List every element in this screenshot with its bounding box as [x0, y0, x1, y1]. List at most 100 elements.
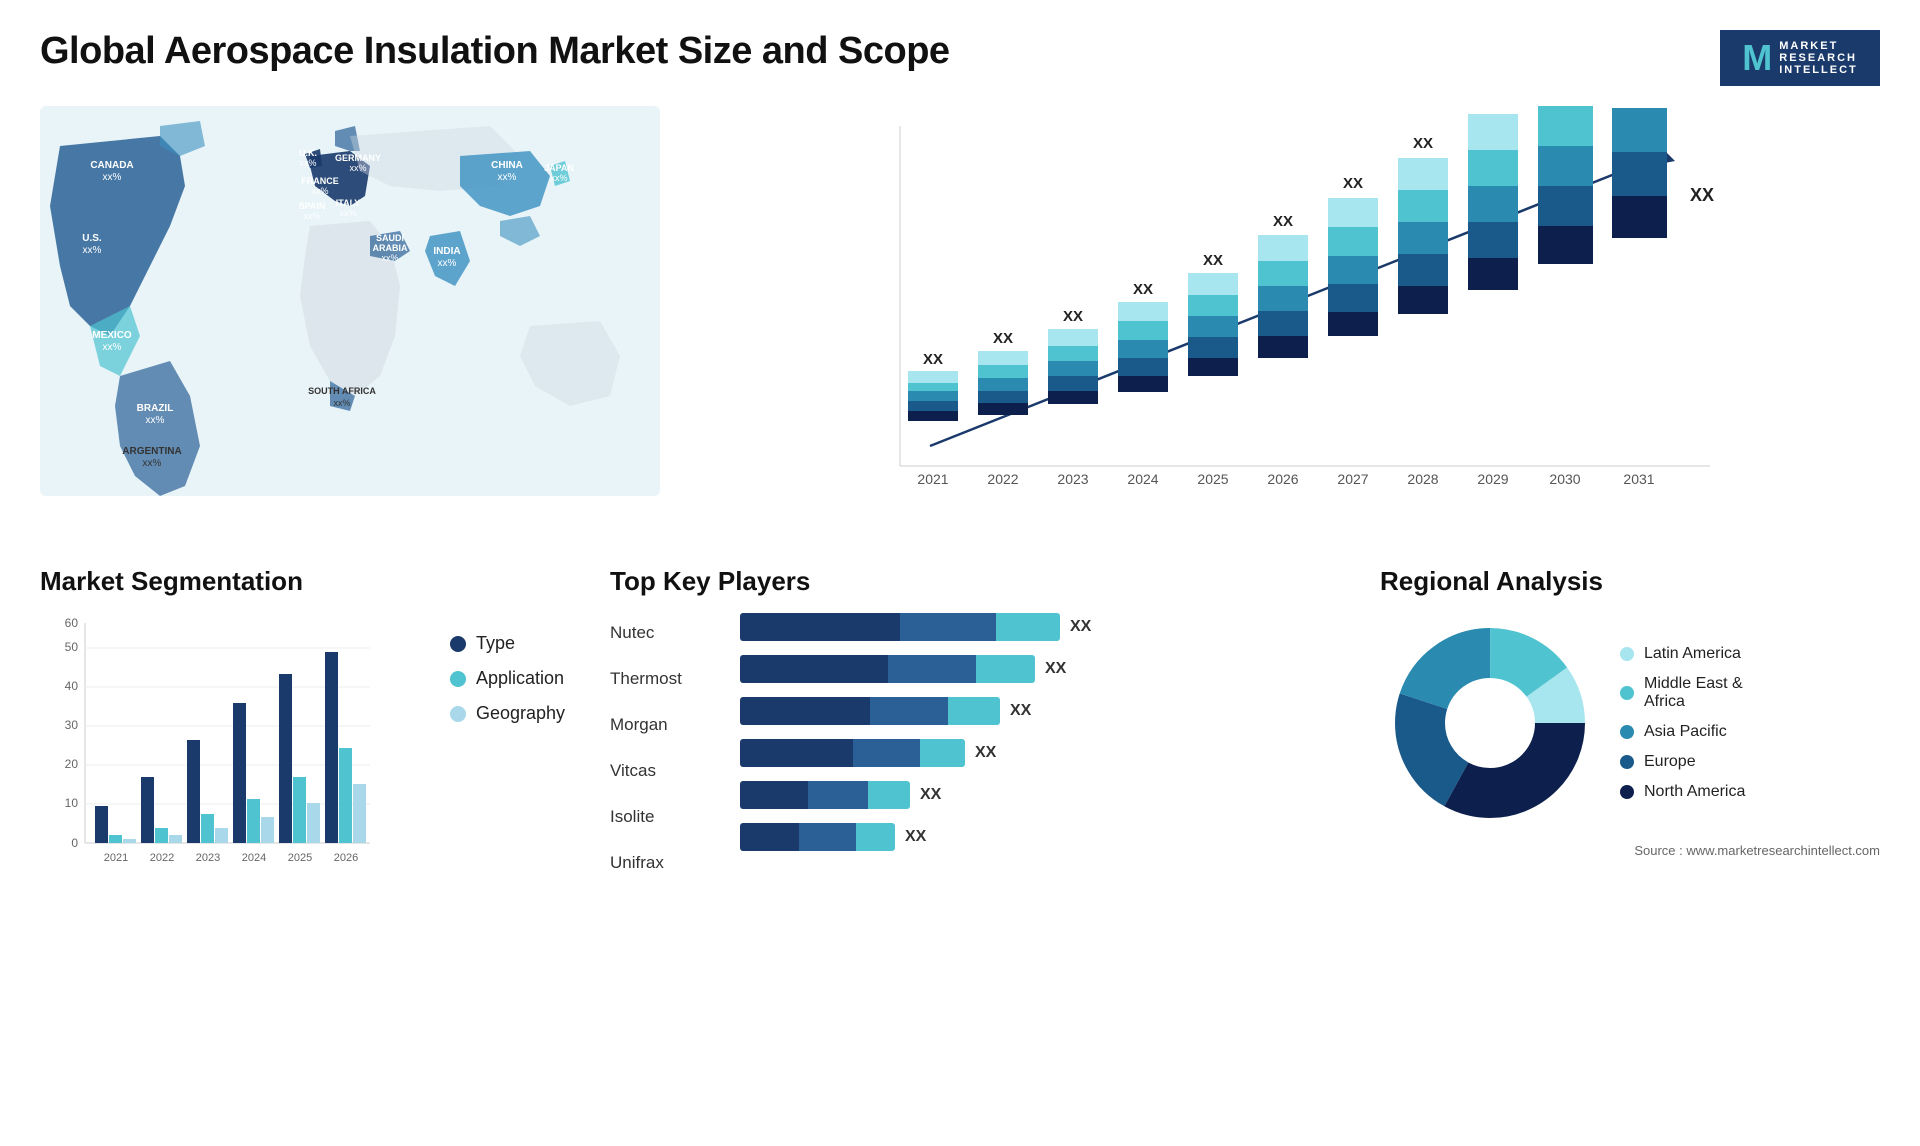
segmentation-section: Market Segmentation 0 10 20: [40, 556, 580, 908]
seg-bar-2025: 2025: [279, 674, 320, 864]
svg-text:2030: 2030: [1549, 471, 1580, 487]
svg-text:20: 20: [65, 757, 79, 771]
players-bars-area: XX XX: [740, 613, 1350, 865]
players-grid: Nutec Thermost Morgan Vitcas Isolite Uni…: [610, 613, 1350, 879]
player-isolite: Isolite: [610, 801, 710, 833]
svg-text:2022: 2022: [150, 852, 174, 864]
legend-dot-geography: [450, 706, 466, 722]
bar-2024: XX 2024: [1118, 281, 1168, 487]
svg-text:XX: XX: [1273, 213, 1293, 230]
svg-text:2022: 2022: [987, 471, 1018, 487]
player-val-unifrax: XX: [905, 828, 935, 846]
map-label-argentina: ARGENTINA: [122, 446, 181, 457]
map-section: CANADA xx% U.S. xx% MEXICO xx% BRAZIL xx…: [40, 106, 660, 536]
map-val-argentina: xx%: [143, 458, 162, 469]
svg-text:40: 40: [65, 679, 79, 693]
player-row-morgan: XX: [740, 697, 1350, 725]
bar-chart-svg: XX 2021 XX 2022 XX 2023: [700, 106, 1880, 536]
player-bar-vitcas: [740, 739, 965, 767]
segmentation-title: Market Segmentation: [40, 566, 580, 597]
svg-text:10: 10: [65, 796, 79, 810]
seg-chart-wrapper: 0 10 20 30 40 50 60: [40, 613, 580, 898]
svg-text:XX: XX: [923, 351, 943, 368]
player-nutec: Nutec: [610, 617, 710, 649]
map-val-japan: xx%: [550, 173, 567, 183]
legend-application: Application: [450, 668, 580, 689]
map-val-china: xx%: [498, 172, 517, 183]
player-val-morgan: XX: [1010, 702, 1040, 720]
svg-text:60: 60: [65, 616, 79, 630]
player-row-nutec: XX: [740, 613, 1350, 641]
svg-text:2029: 2029: [1477, 471, 1508, 487]
player-row-vitcas: XX: [740, 739, 1350, 767]
player-morgan: Morgan: [610, 709, 710, 741]
map-label-china: CHINA: [491, 160, 523, 171]
svg-text:2021: 2021: [917, 471, 948, 487]
svg-text:2028: 2028: [1407, 471, 1438, 487]
regional-section: Regional Analysis: [1380, 556, 1880, 908]
svg-text:XX: XX: [1483, 106, 1503, 110]
legend-dot-eu: [1620, 755, 1634, 769]
donut-svg: [1380, 613, 1600, 833]
svg-text:2023: 2023: [196, 852, 220, 864]
svg-text:2026: 2026: [1267, 471, 1298, 487]
map-label-saudi2: ARABIA: [373, 243, 408, 253]
bar-2029: XX 2029: [1468, 106, 1518, 487]
legend-dot-type: [450, 636, 466, 652]
map-label-canada: CANADA: [90, 160, 133, 171]
legend-na: North America: [1620, 783, 1745, 801]
svg-text:XX: XX: [1133, 281, 1153, 298]
bar-2022: XX 2022: [978, 330, 1028, 487]
svg-text:XX: XX: [1203, 252, 1223, 269]
bar-2023: XX 2023: [1048, 308, 1098, 487]
svg-text:2024: 2024: [1127, 471, 1158, 487]
map-label-safrica: SOUTH AFRICA: [308, 386, 376, 396]
main-grid: CANADA xx% U.S. xx% MEXICO xx% BRAZIL xx…: [40, 106, 1880, 908]
svg-text:50: 50: [65, 640, 79, 654]
map-label-brazil: BRAZIL: [137, 403, 174, 414]
bar-2030: 2030: [1538, 106, 1593, 487]
logo: M MARKET RESEARCH INTELLECT: [1720, 30, 1880, 86]
legend-label-type: Type: [476, 633, 515, 654]
map-val-us: xx%: [83, 245, 102, 256]
players-title: Top Key Players: [610, 566, 1350, 597]
legend-label-na: North America: [1644, 783, 1745, 801]
player-bar-thermost: [740, 655, 1035, 683]
legend-geography: Geography: [450, 703, 580, 724]
svg-text:XX: XX: [1690, 185, 1714, 205]
map-label-saudi: SAUDI: [376, 233, 404, 243]
map-label-germany: GERMANY: [335, 153, 381, 163]
map-val-safrica: xx%: [333, 398, 350, 408]
regional-content: Latin America Middle East &Africa Asia P…: [1380, 613, 1880, 833]
svg-text:XX: XX: [993, 330, 1013, 347]
map-svg: CANADA xx% U.S. xx% MEXICO xx% BRAZIL xx…: [40, 106, 660, 496]
bar-2021: XX 2021: [908, 351, 958, 487]
player-bar-nutec: [740, 613, 1060, 641]
bar-2025: XX 2025: [1188, 252, 1238, 487]
svg-text:2027: 2027: [1337, 471, 1368, 487]
svg-text:2026: 2026: [334, 852, 358, 864]
source-text: Source : www.marketresearchintellect.com: [1380, 843, 1880, 858]
bar-2026: XX 2026: [1258, 213, 1308, 487]
player-val-isolite: XX: [920, 786, 950, 804]
bar-chart-section: XX 2021 XX 2022 XX 2023: [680, 106, 1880, 536]
seg-bar-2023: 2023: [187, 740, 228, 864]
bar-2027: XX 2027: [1328, 175, 1378, 487]
player-vitcas: Vitcas: [610, 755, 710, 787]
svg-text:30: 30: [65, 718, 79, 732]
legend-type: Type: [450, 633, 580, 654]
players-section: Top Key Players Nutec Thermost Morgan Vi…: [610, 556, 1350, 908]
map-label-spain: SPAIN: [299, 201, 326, 211]
player-row-unifrax: XX: [740, 823, 1350, 851]
seg-legend: Type Application Geography: [450, 613, 580, 724]
seg-chart-svg: 0 10 20 30 40 50 60: [40, 613, 380, 893]
seg-bar-2021: 2021: [95, 806, 136, 864]
player-bar-isolite: [740, 781, 910, 809]
map-label-italy: ITALY: [336, 198, 361, 208]
map-label-france: FRANCE: [301, 176, 339, 186]
legend-dot-na: [1620, 785, 1634, 799]
player-unifrax: Unifrax: [610, 847, 710, 879]
player-row-thermost: XX: [740, 655, 1350, 683]
map-val-canada: xx%: [103, 172, 122, 183]
legend-dot-la: [1620, 647, 1634, 661]
